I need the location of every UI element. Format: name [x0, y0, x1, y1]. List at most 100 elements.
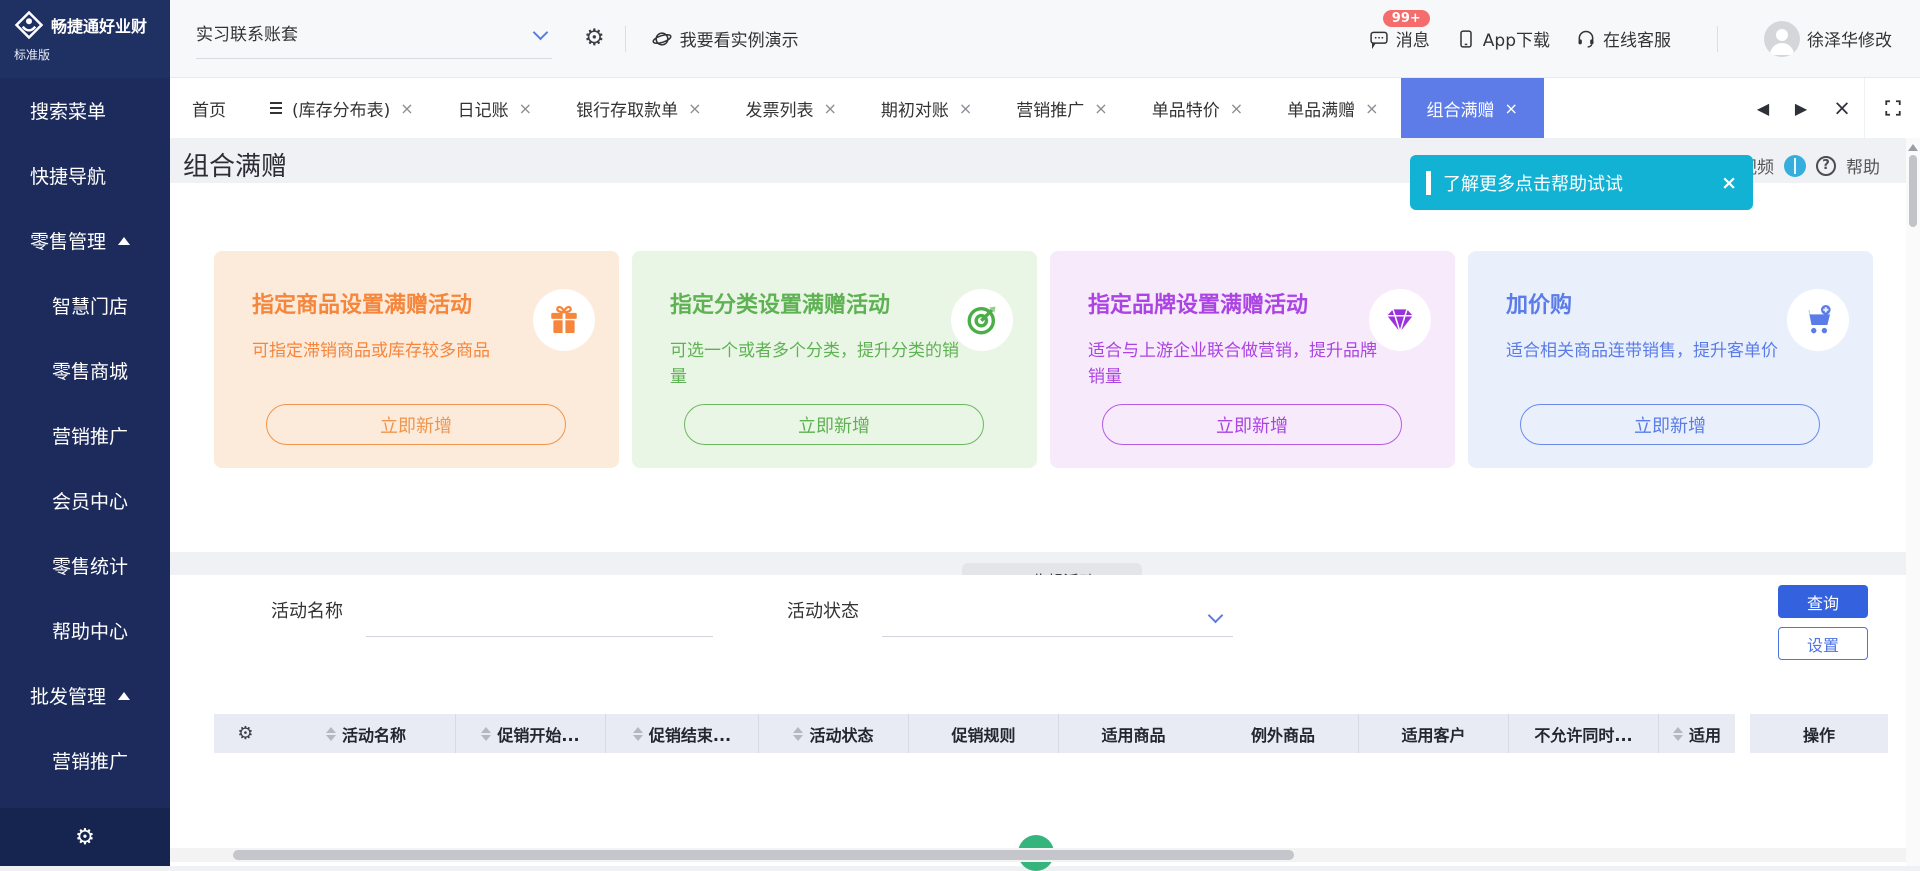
account-settings-gear-icon[interactable]: ⚙ — [584, 27, 605, 50]
fullscreen-icon[interactable] — [1864, 78, 1920, 138]
close-icon[interactable]: × — [959, 99, 972, 118]
column-header-applicable-truncated[interactable]: 适用 — [1658, 714, 1735, 753]
scroll-up-arrow-icon[interactable] — [1908, 144, 1918, 151]
account-select[interactable]: 实习联系账套 — [196, 19, 552, 59]
close-icon[interactable]: × — [1230, 99, 1243, 118]
tab-home[interactable]: 首页 — [170, 78, 248, 138]
sort-icon[interactable] — [481, 726, 492, 741]
messages-button[interactable]: 消息 99+ — [1369, 10, 1430, 51]
column-header-excluded-goods[interactable]: 例外商品 — [1208, 714, 1358, 753]
user-name: 徐泽华修改 — [1807, 31, 1892, 51]
sidebar-item-quick-nav[interactable]: 快捷导航 — [0, 143, 170, 208]
sidebar-item-retail-statistics[interactable]: 零售统计 — [0, 533, 170, 598]
close-icon[interactable]: × — [400, 99, 413, 118]
sidebar-item-member-center[interactable]: 会员中心 — [0, 468, 170, 533]
planet-icon — [652, 31, 672, 46]
sidebar-item-wholesale-management[interactable]: 批发管理 — [0, 663, 170, 728]
report-list-icon — [270, 102, 282, 114]
close-icon[interactable]: × — [1094, 99, 1107, 118]
add-now-button[interactable]: 立即新增 — [266, 404, 566, 445]
column-header-promo-end[interactable]: 促销结束... — [605, 714, 758, 753]
column-label: 例外商品 — [1250, 725, 1315, 745]
column-header-promo-start[interactable]: 促销开始... — [455, 714, 605, 753]
close-icon[interactable]: × — [1365, 99, 1378, 118]
tab-inventory-distribution[interactable]: (库存分布表) × — [248, 78, 436, 138]
sidebar-settings-gear-icon[interactable]: ⚙ — [0, 808, 170, 866]
settings-button[interactable]: 设置 — [1778, 627, 1868, 660]
app-download-button[interactable]: App下载 — [1456, 26, 1550, 51]
column-label: 活动名称 — [341, 725, 406, 745]
column-header-promo-rule[interactable]: 促销规则 — [908, 714, 1058, 753]
sort-icon[interactable] — [325, 726, 336, 741]
online-service-button[interactable]: 在线客服 — [1576, 26, 1671, 51]
sort-icon[interactable] — [632, 726, 643, 741]
tab-journal[interactable]: 日记账 × — [436, 78, 554, 138]
tab-label: 银行存取款单 — [576, 100, 679, 121]
sort-icon[interactable] — [793, 726, 804, 741]
card-add-on-purchase: 加价购 适合相关商品连带销售，提升客单价 立即新增 — [1468, 251, 1873, 468]
tab-single-gift[interactable]: 单品满赠 × — [1265, 78, 1400, 138]
add-now-button[interactable]: 立即新增 — [684, 404, 984, 445]
help-label[interactable]: 帮助 — [1846, 153, 1880, 178]
query-button[interactable]: 查询 — [1778, 585, 1868, 618]
headset-icon — [1578, 30, 1594, 48]
add-now-button[interactable]: 立即新增 — [1102, 404, 1402, 445]
vertical-scrollbar[interactable] — [1906, 138, 1920, 866]
gift-icon — [533, 289, 595, 351]
column-header-not-allowed-simultaneous[interactable]: 不允许同时... — [1508, 714, 1658, 753]
tab-invoice-list[interactable]: 发票列表 × — [723, 78, 858, 138]
fixed-column-gap — [1735, 714, 1750, 753]
sidebar-item-help-center[interactable]: 帮助中心 — [0, 598, 170, 663]
add-now-button[interactable]: 立即新增 — [1520, 404, 1820, 445]
gear-icon: ⚙ — [237, 723, 254, 744]
video-toggle[interactable] — [1784, 154, 1806, 177]
sidebar-item-label: 零售管理 — [30, 231, 107, 253]
tab-combo-gift-active[interactable]: 组合满赠 × — [1400, 78, 1544, 138]
tab-single-special-price[interactable]: 单品特价 × — [1130, 78, 1265, 138]
close-icon[interactable]: × — [688, 99, 701, 118]
column-settings-cell[interactable]: ⚙ — [214, 714, 277, 753]
card-description: 适合与上游企业联合做营销，提升品牌销量 — [1088, 341, 1377, 387]
column-header-activity-status[interactable]: 活动状态 — [758, 714, 908, 753]
column-label: 促销规则 — [951, 725, 1016, 745]
activity-status-select[interactable] — [882, 613, 1233, 637]
sidebar-item-wholesale-marketing[interactable]: 营销推广 — [0, 728, 170, 793]
brand-logo-icon — [14, 10, 44, 39]
tab-opening-reconciliation[interactable]: 期初对账 × — [859, 78, 994, 138]
sidebar-item-retail-management[interactable]: 零售管理 — [0, 208, 170, 273]
column-header-applicable-customers[interactable]: 适用客户 — [1358, 714, 1508, 753]
vertical-scrollbar-thumb[interactable] — [1909, 155, 1917, 227]
brand-name: 畅捷通好业财 — [51, 16, 148, 36]
user-menu[interactable]: 徐泽华修改 — [1764, 20, 1892, 57]
close-all-tabs-icon[interactable]: × — [1820, 96, 1864, 120]
banner-close-icon[interactable]: × — [1721, 172, 1737, 194]
tab-bank-deposit[interactable]: 银行存取款单 × — [554, 78, 723, 138]
column-label: 操作 — [1802, 725, 1835, 745]
horizontal-scrollbar-thumb[interactable] — [233, 850, 1294, 860]
horizontal-scrollbar[interactable] — [170, 848, 1906, 862]
sort-icon[interactable] — [1672, 726, 1683, 741]
demo-link[interactable]: 我要看实例演示 — [652, 26, 799, 51]
column-header-actions[interactable]: 操作 — [1750, 714, 1888, 753]
online-service-label: 在线客服 — [1603, 31, 1671, 51]
tab-label: 首页 — [192, 100, 226, 121]
demo-link-label: 我要看实例演示 — [679, 31, 799, 51]
tab-scroll-right-icon[interactable]: ▶ — [1782, 99, 1820, 118]
column-header-applicable-goods[interactable]: 适用商品 — [1058, 714, 1208, 753]
close-icon[interactable]: × — [1505, 99, 1518, 118]
card-category-gift: 指定分类设置满赠活动 可选一个或者多个分类，提升分类的销量 立即新增 — [632, 251, 1037, 468]
messages-badge: 99+ — [1382, 10, 1430, 27]
close-icon[interactable]: × — [519, 99, 532, 118]
column-header-activity-name[interactable]: 活动名称 — [277, 714, 455, 753]
sidebar-item-marketing-promotion[interactable]: 营销推广 — [0, 403, 170, 468]
sidebar-item-search-menu[interactable]: 搜索菜单 — [0, 78, 170, 143]
sidebar-item-retail-mall[interactable]: 零售商城 — [0, 338, 170, 403]
page-title: 组合满赠 — [183, 152, 288, 182]
sidebar-item-smart-store[interactable]: 智慧门店 — [0, 273, 170, 338]
tab-marketing-promotion[interactable]: 营销推广 × — [994, 78, 1129, 138]
tab-scroll-left-icon[interactable]: ◀ — [1744, 99, 1782, 118]
activity-name-input[interactable] — [366, 613, 713, 637]
close-icon[interactable]: × — [823, 99, 836, 118]
column-label: 活动状态 — [809, 725, 874, 745]
activity-name-label: 活动名称 — [271, 601, 343, 622]
